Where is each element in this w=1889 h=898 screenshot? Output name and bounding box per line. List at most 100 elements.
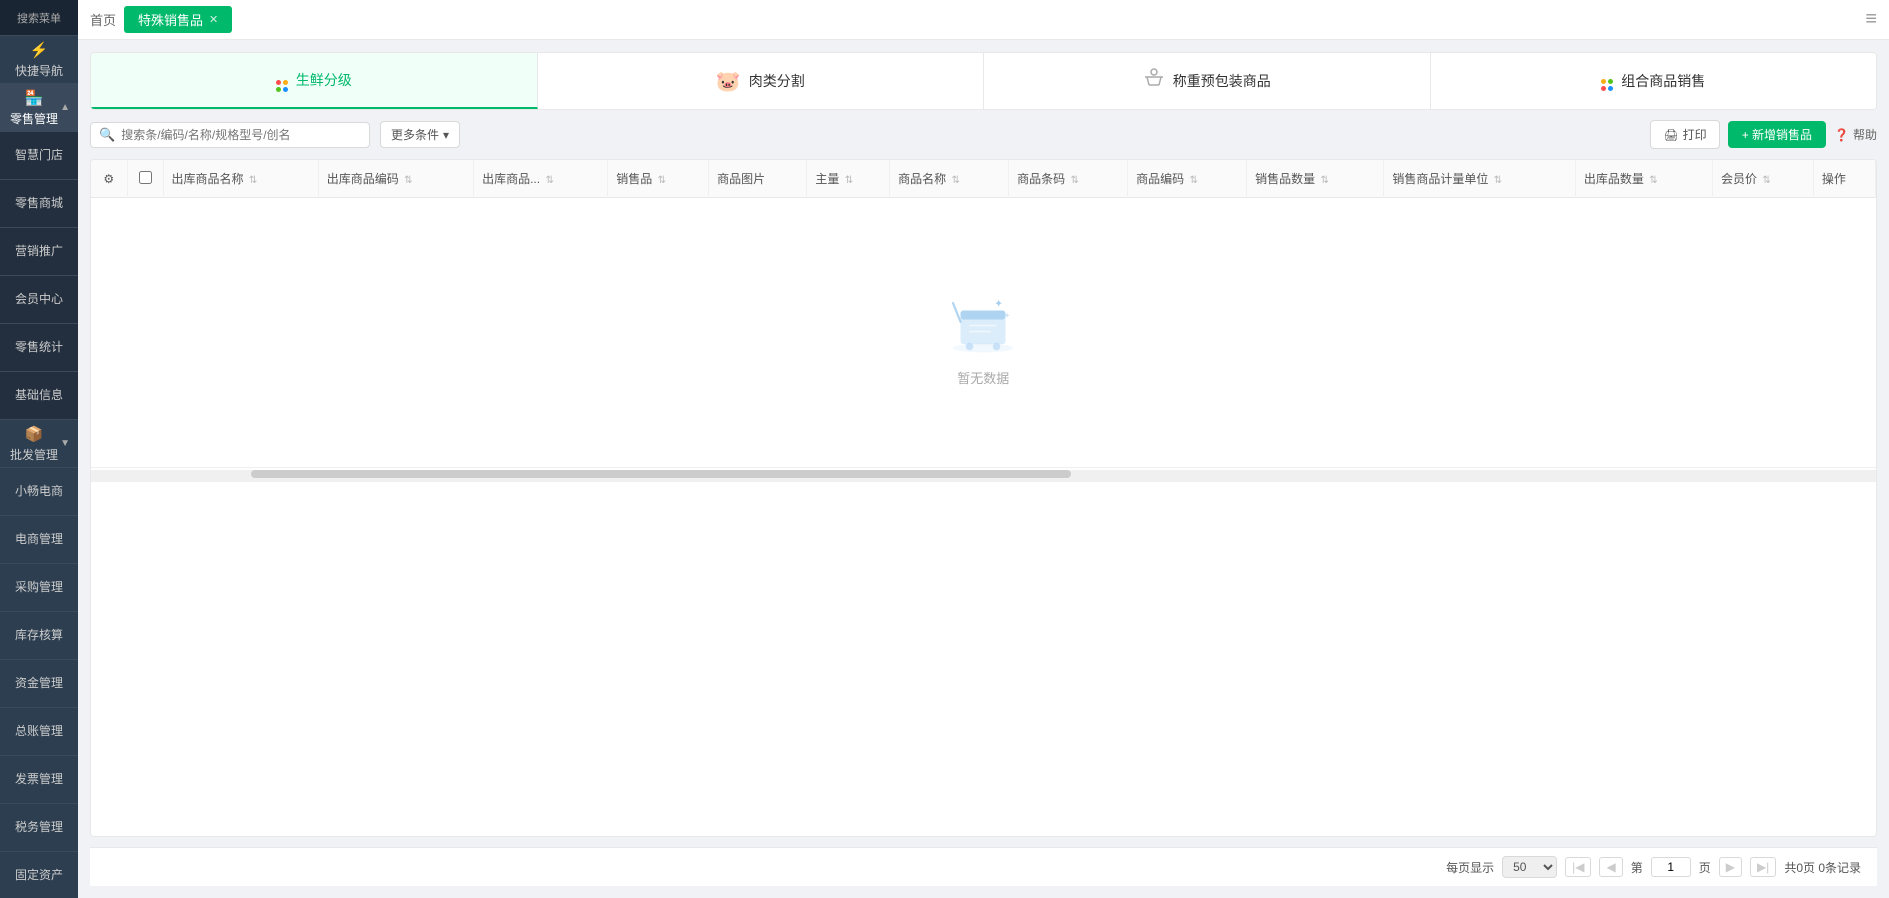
sort-arrows-icon: ⇅ <box>404 175 412 186</box>
sort-arrows-icon: ⇅ <box>249 175 257 186</box>
col-member-price[interactable]: 会员价 ⇅ <box>1713 160 1814 198</box>
sidebar-item-label: 营销推广 <box>15 243 63 260</box>
tab-combo-sales[interactable]: 组合商品销售 <box>1431 53 1877 109</box>
prev-page-button[interactable]: ◀ <box>1599 857 1622 877</box>
sidebar-item-inventory[interactable]: 库存核算 <box>0 612 78 660</box>
col-settings[interactable]: ⚙ <box>91 160 127 198</box>
col-out-code[interactable]: 出库商品编码 ⇅ <box>318 160 473 198</box>
box-icon: 📦 <box>25 424 44 445</box>
last-page-button[interactable]: ▶| <box>1750 857 1776 877</box>
search-input[interactable] <box>121 128 361 142</box>
sidebar-item-label: 批发管理 <box>10 447 58 464</box>
col-checkbox[interactable] <box>127 160 163 198</box>
col-product-img: 商品图片 <box>709 160 807 198</box>
scrollbar-thumb[interactable] <box>251 470 1071 478</box>
col-sales-unit[interactable]: 销售商品计量单位 ⇅ <box>1384 160 1576 198</box>
tab-meat-cut-label: 肉类分割 <box>749 71 805 91</box>
empty-text: 暂无数据 <box>957 368 1009 387</box>
col-out-name[interactable]: 出库商品名称 ⇅ <box>163 160 318 198</box>
sidebar-item-tax-mgmt[interactable]: 税务管理 <box>0 804 78 852</box>
pagination: 每页显示 10 20 50 100 |◀ ◀ 第 页 ▶ ▶| 共0页 0条记录 <box>90 847 1877 886</box>
sidebar-item-label: 电商管理 <box>15 531 63 548</box>
sidebar-item-invoice-mgmt[interactable]: 发票管理 <box>0 756 78 804</box>
search-box[interactable]: 🔍 <box>90 122 370 148</box>
tab-label: 特殊销售品 <box>138 10 203 29</box>
tab-close-icon[interactable]: ✕ <box>209 13 218 26</box>
col-out-spec[interactable]: 出库商品... ⇅ <box>474 160 608 198</box>
home-link[interactable]: 首页 <box>90 10 116 29</box>
add-sales-item-button[interactable]: + 新增销售品 <box>1728 121 1826 148</box>
sidebar-item-quick-nav[interactable]: ⚡ 快捷导航 <box>0 36 78 84</box>
next-page-button[interactable]: ▶ <box>1719 857 1742 877</box>
col-product-name[interactable]: 商品名称 ⇅ <box>890 160 1009 198</box>
sidebar-item-wholesale-mgmt[interactable]: 📦 批发管理 ▼ <box>0 420 78 468</box>
sidebar-item-label: 固定资产 <box>15 867 63 884</box>
sidebar-item-member-center[interactable]: 会员中心 <box>0 276 78 324</box>
sidebar-item-label: 零售统计 <box>15 339 63 356</box>
col-product-barcode[interactable]: 商品条码 ⇅ <box>1009 160 1128 198</box>
sidebar-item-label: 基础信息 <box>15 387 63 404</box>
topbar: 首页 特殊销售品 ✕ ≡ <box>78 0 1889 40</box>
tab-weight-pack[interactable]: 称重预包装商品 <box>984 53 1431 109</box>
sidebar-item-smart-store[interactable]: 智慧门店 <box>0 132 78 180</box>
sort-arrows-icon: ⇅ <box>1762 175 1770 186</box>
col-action: 操作 <box>1813 160 1875 198</box>
tab-fresh-grade[interactable]: 生鲜分级 <box>91 53 538 109</box>
sidebar-item-retail-mgmt[interactable]: 🏪 零售管理 ▲ <box>0 84 78 132</box>
tab-meat-cut[interactable]: 🐷 肉类分割 <box>538 53 985 109</box>
sidebar: 搜索菜单 ⚡ 快捷导航 🏪 零售管理 ▲ 智慧门店 零售商城 营销推广 会员中心… <box>0 0 78 898</box>
per-page-select[interactable]: 10 20 50 100 <box>1502 856 1557 878</box>
col-sales-item[interactable]: 销售品 ⇅ <box>608 160 709 198</box>
col-weight[interactable]: 主量 ⇅ <box>807 160 890 198</box>
active-tab[interactable]: 特殊销售品 ✕ <box>124 6 232 33</box>
sidebar-item-label: 智慧门店 <box>15 147 63 164</box>
first-page-button[interactable]: |◀ <box>1565 857 1591 877</box>
sidebar-item-mini-ecom[interactable]: 小畅电商 <box>0 468 78 516</box>
sort-arrows-icon: ⇅ <box>1494 175 1502 186</box>
filter-arrow-icon: ▾ <box>443 128 449 142</box>
svg-text:✦: ✦ <box>1004 311 1011 320</box>
toolbar: 🔍 更多条件 ▾ 🖨 打印 + 新增销售品 ❓ 帮助 <box>90 120 1877 149</box>
sidebar-item-label: 发票管理 <box>15 771 63 788</box>
tab-fresh-grade-label: 生鲜分级 <box>296 70 352 90</box>
sort-arrows-icon: ⇅ <box>951 175 959 186</box>
store-icon: 🏪 <box>25 88 44 109</box>
page-number-input[interactable] <box>1651 857 1691 877</box>
col-sales-qty[interactable]: 销售品数量 ⇅ <box>1247 160 1384 198</box>
sidebar-item-label: 资金管理 <box>15 675 63 692</box>
add-button-label: + 新增销售品 <box>1742 126 1812 143</box>
toggle-icon[interactable]: ≡ <box>1865 8 1877 31</box>
sidebar-item-basic-info[interactable]: 基础信息 <box>0 372 78 420</box>
select-all-checkbox[interactable] <box>139 171 152 184</box>
print-button[interactable]: 🖨 打印 <box>1650 120 1719 149</box>
col-out-qty[interactable]: 出库品数量 ⇅ <box>1575 160 1712 198</box>
chevron-down-icon: ▼ <box>60 437 70 451</box>
sidebar-item-retail-stats[interactable]: 零售统计 <box>0 324 78 372</box>
sidebar-item-retail-mall[interactable]: 零售商城 <box>0 180 78 228</box>
settings-col-icon: ⚙ <box>103 172 114 186</box>
horizontal-scrollbar[interactable] <box>91 470 1876 482</box>
sidebar-logo[interactable]: 搜索菜单 <box>0 0 78 36</box>
sidebar-item-finance[interactable]: 资金管理 <box>0 660 78 708</box>
per-page-label: 每页显示 <box>1446 859 1494 876</box>
sidebar-item-label: 零售管理 <box>10 111 58 128</box>
filter-button[interactable]: 更多条件 ▾ <box>380 121 460 148</box>
sidebar-item-fixed-assets[interactable]: 固定资产 <box>0 852 78 898</box>
chevron-icon: ▲ <box>60 101 70 115</box>
combo-icon <box>1601 71 1613 91</box>
print-label: 打印 <box>1683 126 1707 143</box>
fresh-grade-icon <box>276 68 288 92</box>
data-table: ⚙ 出库商品名称 ⇅ 出库商品编码 ⇅ <box>91 160 1876 468</box>
sidebar-item-general-ledger[interactable]: 总账管理 <box>0 708 78 756</box>
content-area: 生鲜分级 🐷 肉类分割 称重预包装商品 <box>78 40 1889 898</box>
sidebar-item-ecom-mgmt[interactable]: 电商管理 <box>0 516 78 564</box>
help-icon: ❓ <box>1834 128 1849 142</box>
sidebar-item-sales-promo[interactable]: 营销推广 <box>0 228 78 276</box>
help-button[interactable]: ❓ 帮助 <box>1834 126 1877 143</box>
sidebar-item-label: 库存核算 <box>15 627 63 644</box>
toolbar-right: 🖨 打印 + 新增销售品 ❓ 帮助 <box>1650 120 1877 149</box>
sidebar-item-purchase-mgmt[interactable]: 采购管理 <box>0 564 78 612</box>
col-product-code[interactable]: 商品编码 ⇅ <box>1128 160 1247 198</box>
sort-arrows-icon: ⇅ <box>1649 175 1657 186</box>
help-label: 帮助 <box>1853 126 1877 143</box>
